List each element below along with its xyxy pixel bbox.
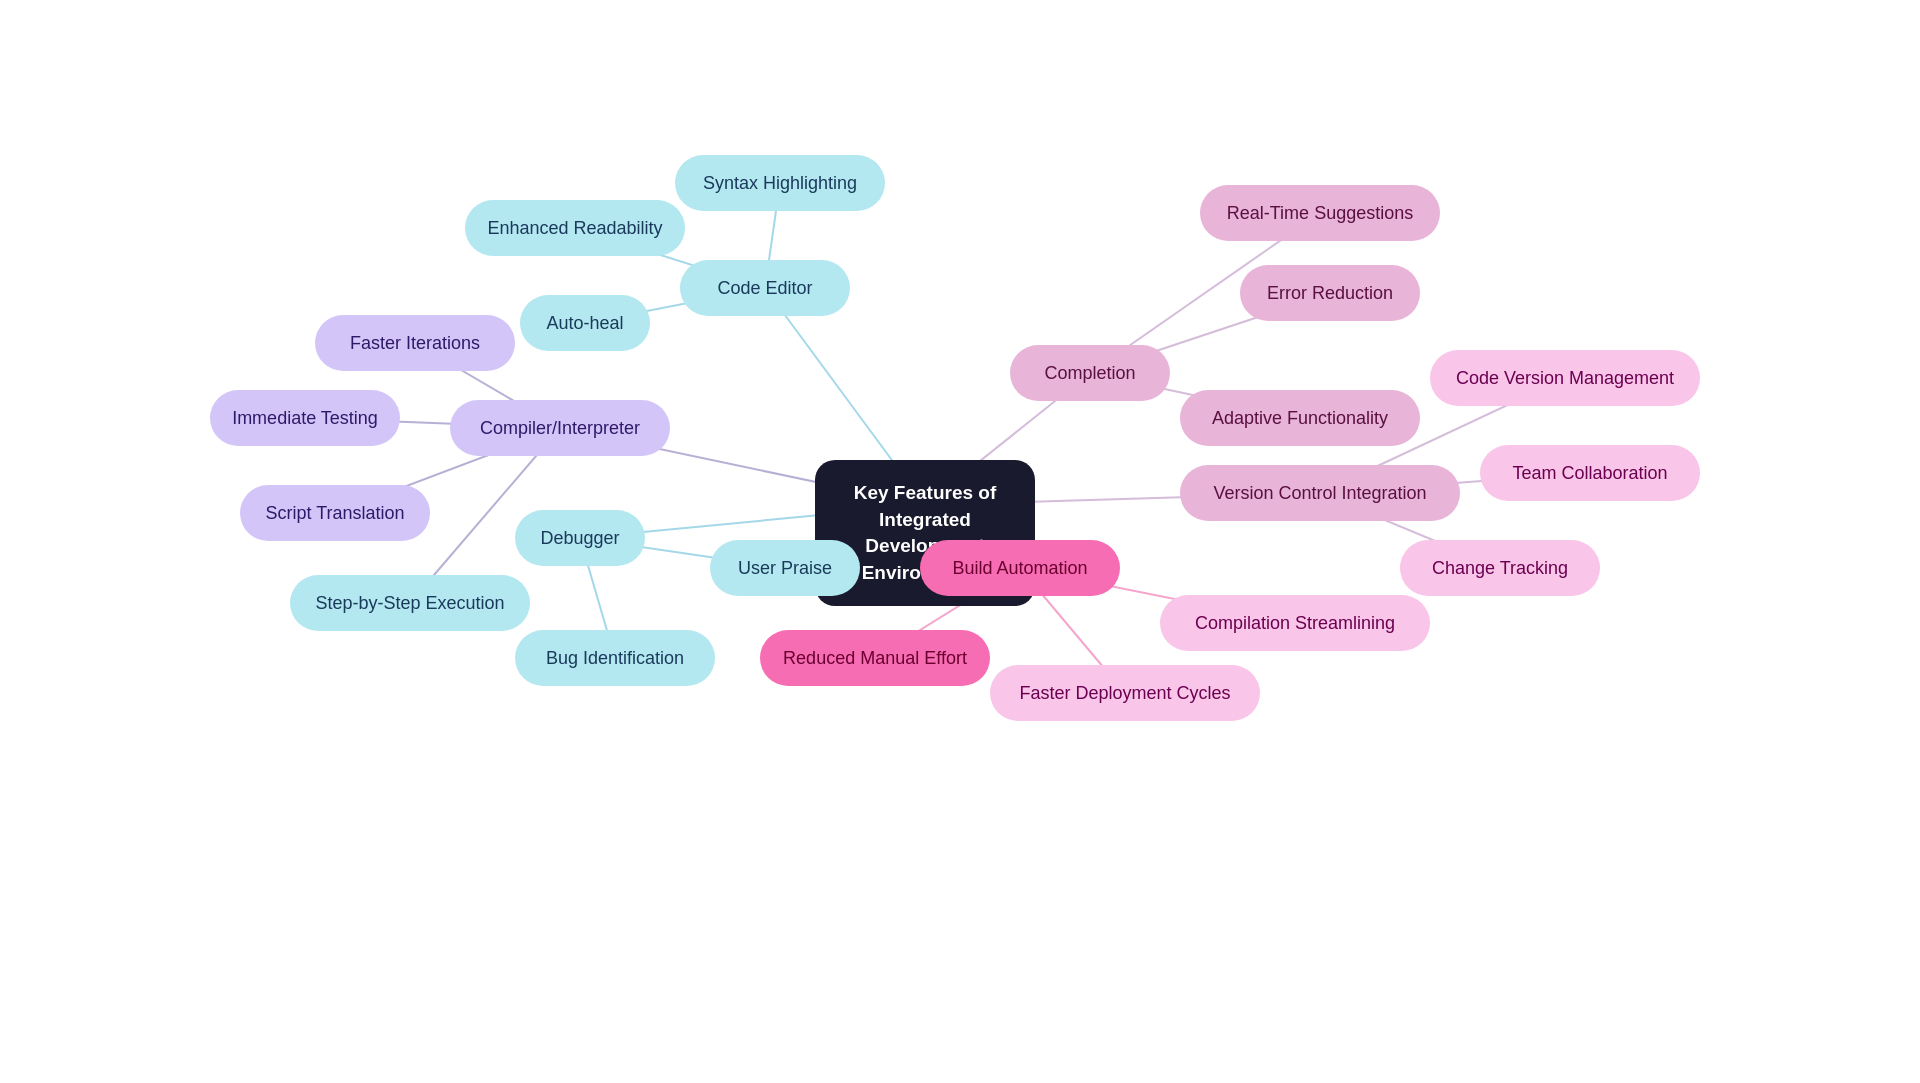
node-teamCollaboration: Team Collaboration bbox=[1480, 445, 1700, 501]
node-compilationStreamlining: Compilation Streamlining bbox=[1160, 595, 1430, 651]
node-label-enhancedReadability: Enhanced Readability bbox=[487, 218, 662, 239]
node-syntaxHighlighting: Syntax Highlighting bbox=[675, 155, 885, 211]
node-compilerInterpreter: Compiler/Interpreter bbox=[450, 400, 670, 456]
node-label-realTimeSuggestions: Real-Time Suggestions bbox=[1227, 203, 1413, 224]
node-label-changeTracking: Change Tracking bbox=[1432, 558, 1568, 579]
node-label-stepByStep: Step-by-Step Execution bbox=[315, 593, 504, 614]
node-stepByStep: Step-by-Step Execution bbox=[290, 575, 530, 631]
node-debugger: Debugger bbox=[515, 510, 645, 566]
mindmap-container: Key Features of Integrated Development E… bbox=[0, 0, 1920, 1083]
node-label-compilerInterpreter: Compiler/Interpreter bbox=[480, 418, 640, 439]
node-completion: Completion bbox=[1010, 345, 1170, 401]
node-label-userPraise: User Praise bbox=[738, 558, 832, 579]
node-label-adaptiveFunctionality: Adaptive Functionality bbox=[1212, 408, 1388, 429]
node-fasterDeployment: Faster Deployment Cycles bbox=[990, 665, 1260, 721]
node-label-bugIdentification: Bug Identification bbox=[546, 648, 684, 669]
node-label-codeVersionManagement: Code Version Management bbox=[1456, 368, 1674, 389]
node-enhancedReadability: Enhanced Readability bbox=[465, 200, 685, 256]
node-buildAutomation: Build Automation bbox=[920, 540, 1120, 596]
node-label-buildAutomation: Build Automation bbox=[952, 558, 1087, 579]
node-label-immediateTesting: Immediate Testing bbox=[232, 408, 378, 429]
node-bugIdentification: Bug Identification bbox=[515, 630, 715, 686]
node-versionControlIntegration: Version Control Integration bbox=[1180, 465, 1460, 521]
node-label-reducedManualEffort: Reduced Manual Effort bbox=[783, 648, 967, 669]
node-label-fasterDeployment: Faster Deployment Cycles bbox=[1019, 683, 1230, 704]
node-realTimeSuggestions: Real-Time Suggestions bbox=[1200, 185, 1440, 241]
node-reducedManualEffort: Reduced Manual Effort bbox=[760, 630, 990, 686]
node-scriptTranslation: Script Translation bbox=[240, 485, 430, 541]
node-codeEditor: Code Editor bbox=[680, 260, 850, 316]
node-codeVersionManagement: Code Version Management bbox=[1430, 350, 1700, 406]
node-autoHeal: Auto-heal bbox=[520, 295, 650, 351]
node-adaptiveFunctionality: Adaptive Functionality bbox=[1180, 390, 1420, 446]
node-label-completion: Completion bbox=[1044, 363, 1135, 384]
node-label-errorReduction: Error Reduction bbox=[1267, 283, 1393, 304]
node-label-syntaxHighlighting: Syntax Highlighting bbox=[703, 173, 857, 194]
node-label-compilationStreamlining: Compilation Streamlining bbox=[1195, 613, 1395, 634]
node-errorReduction: Error Reduction bbox=[1240, 265, 1420, 321]
node-label-teamCollaboration: Team Collaboration bbox=[1512, 463, 1667, 484]
node-label-scriptTranslation: Script Translation bbox=[265, 503, 404, 524]
node-changeTracking: Change Tracking bbox=[1400, 540, 1600, 596]
node-immediateTesting: Immediate Testing bbox=[210, 390, 400, 446]
node-label-codeEditor: Code Editor bbox=[717, 278, 812, 299]
node-fasterIterations: Faster Iterations bbox=[315, 315, 515, 371]
node-userPraise: User Praise bbox=[710, 540, 860, 596]
node-label-fasterIterations: Faster Iterations bbox=[350, 333, 480, 354]
node-label-autoHeal: Auto-heal bbox=[546, 313, 623, 334]
node-label-versionControlIntegration: Version Control Integration bbox=[1213, 483, 1426, 504]
node-label-debugger: Debugger bbox=[540, 528, 619, 549]
